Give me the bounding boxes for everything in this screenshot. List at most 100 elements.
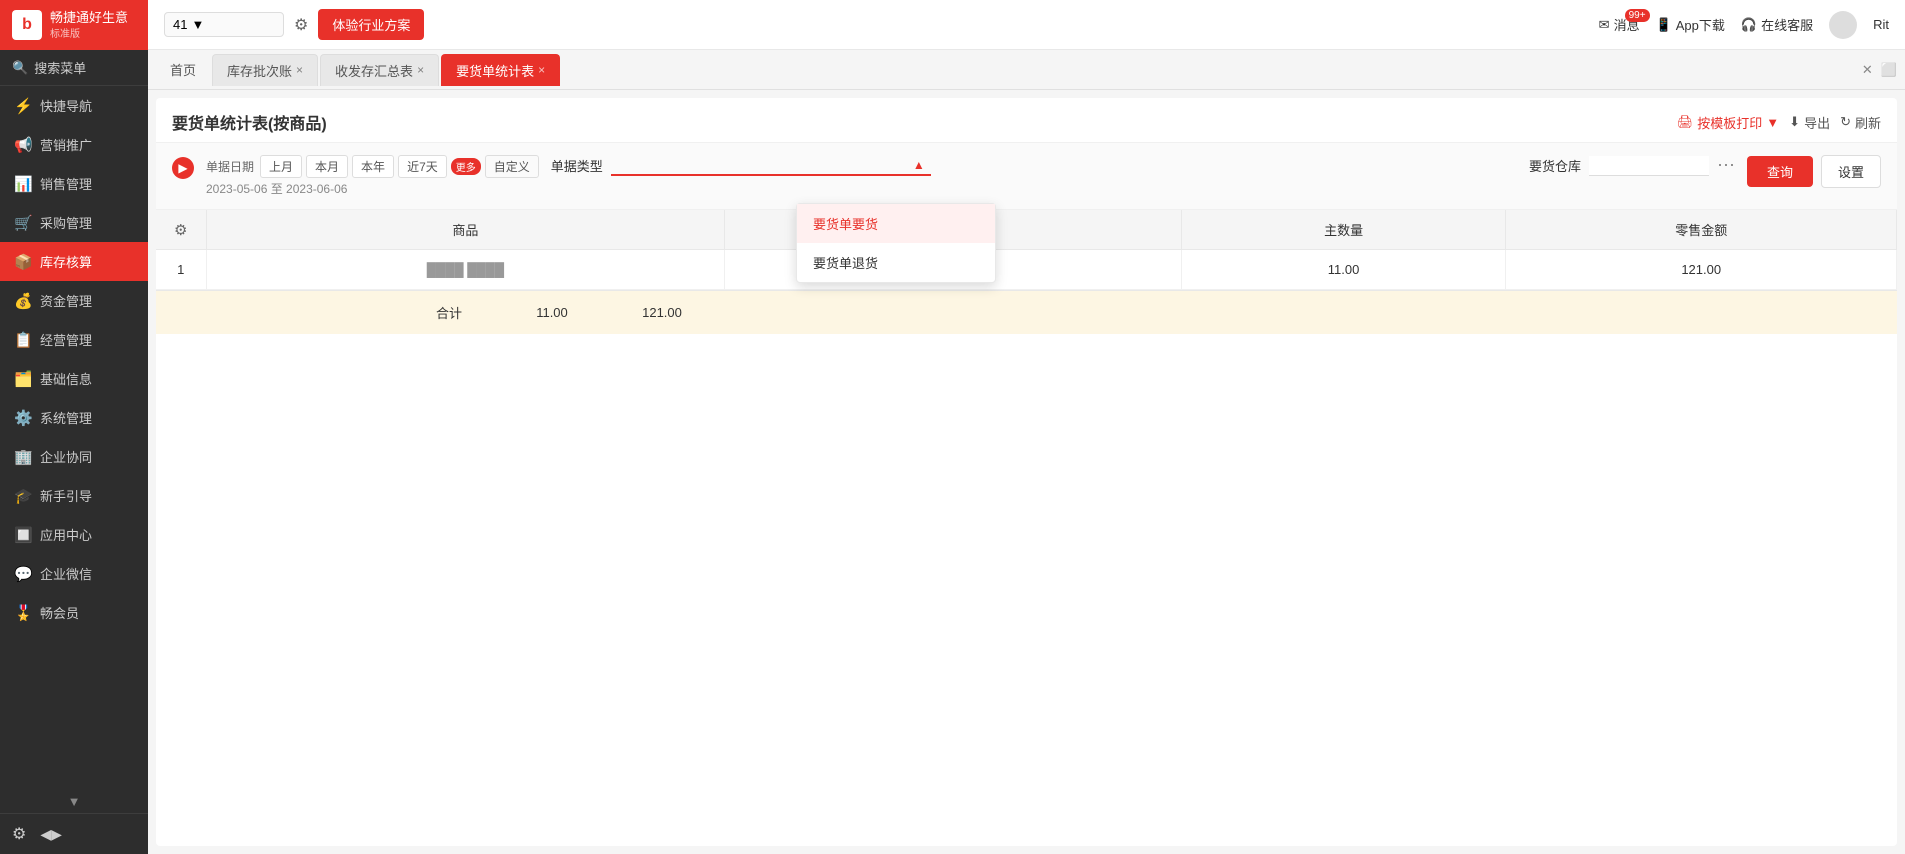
warehouse-input[interactable] [1589,156,1709,176]
service-icon: 🎧 [1741,17,1757,33]
tab-home[interactable]: 首页 [156,54,210,86]
print-arrow: ▼ [1766,115,1779,130]
enterprise-icon: 🏢 [14,448,32,466]
filter-bar: ▶ 单据日期 上月 本月 本年 近7天 更多 自定义 2023-05-0 [156,143,1897,210]
type-filter-group: 单据类型 ▲ [551,155,1517,176]
date-filter-group: 单据日期 上月 本月 本年 近7天 更多 自定义 2023-05-06 至 20… [206,155,539,197]
sidebar-item-operations[interactable]: 📋 经营管理 [0,320,148,359]
sidebar-item-sales[interactable]: 📊 销售管理 [0,164,148,203]
dropdown-item-order-return[interactable]: 要货单退货 [797,243,995,282]
tab-inventory-batch[interactable]: 库存批次账 × [212,54,318,86]
row-product: ████ ████ [206,250,725,290]
sidebar-item-label: 应用中心 [40,525,92,544]
type-select-arrow[interactable]: ▲ [913,158,925,172]
sidebar-item-label: 畅会员 [40,603,79,622]
industry-btn[interactable]: 体验行业方案 [318,9,424,40]
search-menu[interactable]: 🔍 搜索菜单 [0,50,148,86]
quick-nav-icon: ⚡ [14,97,32,115]
print-label: 按模板打印 [1697,113,1762,132]
avatar[interactable] [1829,11,1857,39]
sidebar-item-label: 快捷导航 [40,96,92,115]
sidebar-item-system[interactable]: ⚙️ 系统管理 [0,398,148,437]
wechat-icon: 💬 [14,565,32,583]
query-btn[interactable]: 查询 [1747,156,1813,187]
more-badge[interactable]: 更多 [451,158,481,175]
system-icon: ⚙️ [14,409,32,427]
sidebar-item-marketing[interactable]: 📢 营销推广 [0,125,148,164]
type-select-wrapper[interactable]: ▲ [611,155,931,176]
sidebar-item-inventory[interactable]: 📦 库存核算 [0,242,148,281]
warehouse-filter-group: 要货仓库 ⋯ [1529,155,1735,176]
refresh-label: 刷新 [1855,113,1881,132]
finance-icon: 💰 [14,292,32,310]
operations-icon: 📋 [14,331,32,349]
apps-icon: 🔲 [14,526,32,544]
refresh-btn[interactable]: ↻ 刷新 [1840,113,1881,132]
col-quantity: 主数量 [1181,210,1506,250]
type-select-input[interactable] [617,157,909,172]
sidebar-item-label: 基础信息 [40,369,92,388]
topbar-gear-icon[interactable]: ⚙ [294,15,308,35]
type-filter-label: 单据类型 [551,156,603,175]
sidebar-item-quick-nav[interactable]: ⚡ 快捷导航 [0,86,148,125]
date-btn-last-month[interactable]: 上月 [260,155,302,178]
date-buttons: 上月 本月 本年 近7天 更多 自定义 [260,155,539,178]
date-btn-this-month[interactable]: 本月 [306,155,348,178]
sidebar-item-guide[interactable]: 🎓 新手引导 [0,476,148,515]
tab-inventory-batch-close[interactable]: × [296,63,303,77]
footer-amount: 121.00 [622,305,702,320]
col-settings-icon[interactable]: ⚙ [174,222,187,239]
service-btn[interactable]: 🎧 在线客服 [1741,15,1813,34]
selector-arrow: ▼ [191,17,204,32]
sidebar-item-label: 企业微信 [40,564,92,583]
messages-count: 99+ [1625,9,1650,22]
guide-icon: 🎓 [14,487,32,505]
collapse-icon[interactable]: ◀▶ [40,826,62,843]
sidebar-item-membership[interactable]: 🎖️ 畅会员 [0,593,148,632]
sidebar-item-purchase[interactable]: 🛒 采购管理 [0,203,148,242]
filter-settings-btn[interactable]: 设置 [1821,155,1881,188]
sidebar-item-wechat[interactable]: 💬 企业微信 [0,554,148,593]
sidebar-item-apps[interactable]: 🔲 应用中心 [0,515,148,554]
col-settings: ⚙ [156,210,206,250]
type-dropdown: 要货单要货 要货单退货 [796,203,996,283]
sidebar-item-finance[interactable]: 💰 资金管理 [0,281,148,320]
filter-expand-btn[interactable]: ▶ [172,157,194,179]
date-btn-this-year[interactable]: 本年 [352,155,394,178]
print-icon: 🖨 [1677,114,1694,130]
sidebar-scroll-down[interactable]: ▼ [0,790,148,813]
date-btn-custom[interactable]: 自定义 [485,155,539,178]
maximize-icon[interactable]: ⬜ [1881,62,1897,78]
app-subtitle: 标准版 [50,25,128,40]
data-table: ⚙ 商品 主计量单位 主数量 零售金额 1 ████ ████ [156,210,1897,290]
tab-order-stats-close[interactable]: × [538,63,545,77]
sidebar-item-label: 营销推广 [40,135,92,154]
page-header: 要货单统计表(按商品) 🖨 按模板打印 ▼ ⬇ 导出 ↻ 刷新 [156,98,1897,143]
sidebar-item-enterprise[interactable]: 🏢 企业协同 [0,437,148,476]
export-btn[interactable]: ⬇ 导出 [1789,113,1830,132]
tab-receivable-summary[interactable]: 收发存汇总表 × [320,54,439,86]
tab-order-stats-label: 要货单统计表 [456,61,534,80]
tab-order-stats[interactable]: 要货单统计表 × [441,54,560,86]
basic-icon: 🗂️ [14,370,32,388]
date-btn-7days[interactable]: 近7天 [398,155,447,178]
settings-icon[interactable]: ⚙ [12,824,26,844]
table-section: ⚙ 商品 主计量单位 主数量 零售金额 1 ████ ████ [156,210,1897,290]
sidebar-item-label: 库存核算 [40,252,92,271]
table-head: ⚙ 商品 主计量单位 主数量 零售金额 [156,210,1897,250]
row-index: 1 [156,250,206,290]
company-selector[interactable]: 41 ▼ [164,12,284,37]
sidebar-item-basic[interactable]: 🗂️ 基础信息 [0,359,148,398]
row-amount: 121.00 [1506,250,1897,290]
topbar-left: 41 ▼ ⚙ 体验行业方案 [164,9,1587,40]
messages-btn[interactable]: ✉ 消息 99+ [1599,15,1640,34]
close-all-icon[interactable]: ✕ [1862,62,1873,78]
tab-receivable-summary-close[interactable]: × [417,63,424,77]
product-name: ████ ████ [427,262,504,277]
warehouse-more-btn[interactable]: ⋯ [1717,155,1735,176]
app-download-btn[interactable]: 📱 App下载 [1656,15,1725,34]
page-actions: 🖨 按模板打印 ▼ ⬇ 导出 ↻ 刷新 [1677,113,1881,132]
print-btn[interactable]: 🖨 按模板打印 ▼ [1677,113,1779,132]
dropdown-item-order-goods[interactable]: 要货单要货 [797,204,995,243]
page-content: 要货单统计表(按商品) 🖨 按模板打印 ▼ ⬇ 导出 ↻ 刷新 [148,90,1905,854]
